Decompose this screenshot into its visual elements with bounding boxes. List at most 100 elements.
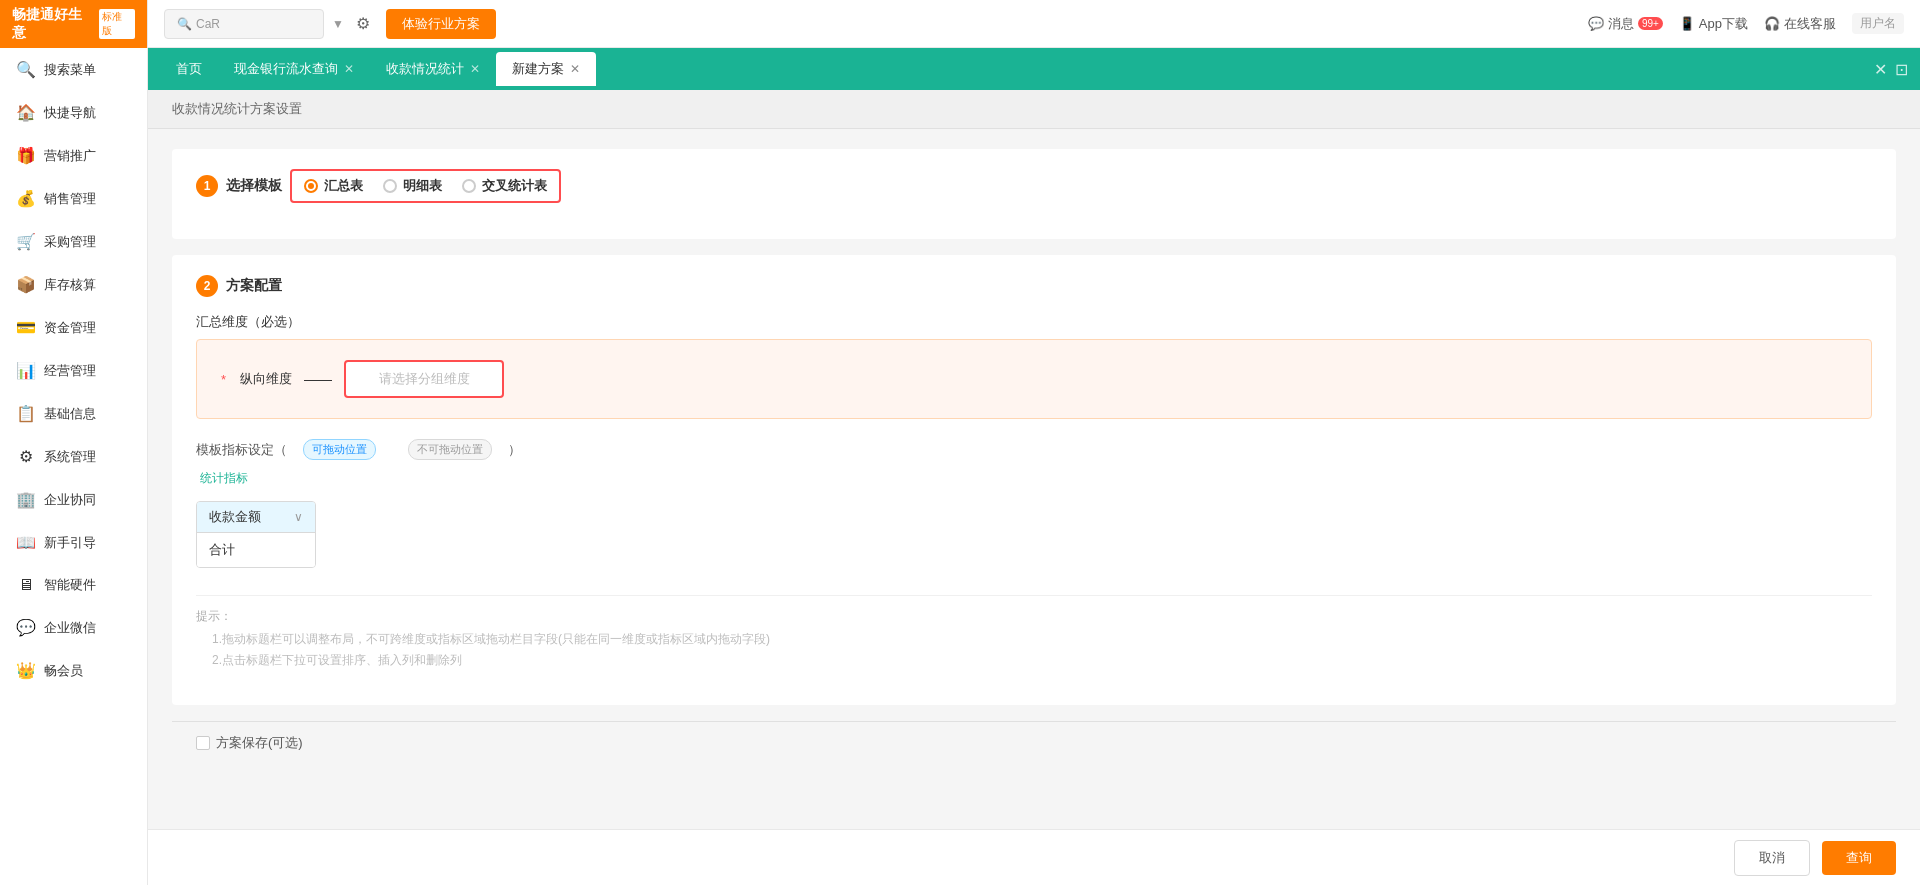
dimension-select-box[interactable]: 请选择分组维度 — [344, 360, 504, 398]
gift-icon: 🎁 — [16, 146, 36, 165]
chart-icon: 📊 — [16, 361, 36, 380]
radio-cross[interactable]: 交叉统计表 — [462, 177, 547, 195]
app-download-label: App下载 — [1699, 15, 1748, 33]
sidebar-item-search[interactable]: 🔍 搜索菜单 — [0, 48, 147, 91]
sidebar-item-hardware[interactable]: 🖥 智能硬件 — [0, 564, 147, 606]
topbar: 🔍 CaR ▼ ⚙ 体验行业方案 💬 消息 99+ 📱 App下载 🎧 在线客服… — [148, 0, 1920, 48]
chat-icon: 💬 — [16, 618, 36, 637]
step1-badge: 1 — [196, 175, 218, 197]
sidebar-item-label: 销售管理 — [44, 190, 96, 208]
search-icon: 🔍 — [177, 17, 192, 31]
indicator-section: 模板指标设定（ 可拖动位置 不可拖动位置 ） 统计指标 收款金额 ∨ — [196, 439, 1872, 571]
message-icon: 💬 — [1588, 16, 1604, 31]
tab-home[interactable]: 首页 — [160, 52, 218, 86]
tab-new-plan-close-icon[interactable]: ✕ — [570, 62, 580, 76]
non-movable-badge: 不可拖动位置 — [408, 439, 492, 460]
search-text: CaR — [196, 17, 220, 31]
page-header: 收款情况统计方案设置 — [148, 90, 1920, 129]
tab-restore-button[interactable]: ⊡ — [1895, 60, 1908, 79]
indicator-table-header[interactable]: 收款金额 ∨ — [197, 502, 315, 533]
tab-collection-stat[interactable]: 收款情况统计 ✕ — [370, 52, 496, 86]
sidebar-item-operations[interactable]: 📊 经营管理 — [0, 349, 147, 392]
sidebar-item-label: 经营管理 — [44, 362, 96, 380]
tabbar: 首页 现金银行流水查询 ✕ 收款情况统计 ✕ 新建方案 ✕ ✕ ⊡ — [148, 48, 1920, 90]
radio-detail[interactable]: 明细表 — [383, 177, 442, 195]
dimension-area: * 纵向维度 —— 请选择分组维度 — [196, 339, 1872, 419]
sidebar-item-inventory[interactable]: 📦 库存核算 — [0, 263, 147, 306]
online-support-label: 在线客服 — [1784, 15, 1836, 33]
home-icon: 🏠 — [16, 103, 36, 122]
settings-icon: ⚙ — [16, 447, 36, 466]
app-download-item[interactable]: 📱 App下载 — [1679, 15, 1748, 33]
sidebar-item-label: 系统管理 — [44, 448, 96, 466]
page-footer: 方案保存(可选) — [172, 721, 1896, 764]
online-support-item[interactable]: 🎧 在线客服 — [1764, 15, 1836, 33]
indicator-close-paren: ） — [508, 441, 521, 459]
query-button[interactable]: 查询 — [1822, 841, 1896, 875]
radio-summary[interactable]: 汇总表 — [304, 177, 363, 195]
tab-close-button[interactable]: ✕ — [1874, 60, 1887, 79]
tab-new-plan[interactable]: 新建方案 ✕ — [496, 52, 596, 86]
radio-summary-circle — [304, 179, 318, 193]
sidebar-item-member[interactable]: 👑 畅会员 — [0, 649, 147, 692]
template-select-box: 汇总表 明细表 交叉统计表 — [290, 169, 561, 203]
indicator-sub-label: 合计 — [197, 533, 315, 567]
headset-icon: 🎧 — [1764, 16, 1780, 31]
cancel-button[interactable]: 取消 — [1734, 840, 1810, 876]
logo-text: 畅捷通好生意 — [12, 6, 95, 42]
sidebar-item-enterprise[interactable]: 🏢 企业协同 — [0, 478, 147, 521]
page-body: 1 选择模板 汇总表 明细表 — [148, 129, 1920, 829]
sidebar-item-label: 企业协同 — [44, 491, 96, 509]
sidebar-item-finance[interactable]: 💳 资金管理 — [0, 306, 147, 349]
radio-detail-circle — [383, 179, 397, 193]
indicator-dropdown-icon[interactable]: ∨ — [294, 510, 303, 524]
dimension-section-title: 汇总维度（必选） — [196, 314, 300, 329]
tab-new-plan-label: 新建方案 — [512, 60, 564, 78]
topbar-right: 💬 消息 99+ 📱 App下载 🎧 在线客服 用户名 — [1588, 13, 1904, 34]
user-name[interactable]: 用户名 — [1852, 13, 1904, 34]
logo-badge: 标准版 — [99, 9, 135, 39]
dimension-placeholder: 请选择分组维度 — [379, 370, 470, 388]
clipboard-icon: 📋 — [16, 404, 36, 423]
monitor-icon: 🖥 — [16, 576, 36, 594]
main-area: 🔍 CaR ▼ ⚙ 体验行业方案 💬 消息 99+ 📱 App下载 🎧 在线客服… — [148, 0, 1920, 885]
phone-icon: 📱 — [1679, 16, 1695, 31]
sidebar-item-label: 采购管理 — [44, 233, 96, 251]
step2-section: 2 方案配置 汇总维度（必选） * 纵向维度 —— 请选择分组维度 — [172, 255, 1896, 705]
building-icon: 🏢 — [16, 490, 36, 509]
gear-icon[interactable]: ⚙ — [356, 14, 370, 33]
checkbox-label: 方案保存(可选) — [216, 734, 303, 752]
tips-title: 提示： — [196, 608, 1872, 625]
sidebar-item-system[interactable]: ⚙ 系统管理 — [0, 435, 147, 478]
sidebar-item-quick-nav[interactable]: 🏠 快捷导航 — [0, 91, 147, 134]
sidebar-item-purchase[interactable]: 🛒 采购管理 — [0, 220, 147, 263]
sidebar-item-sales[interactable]: 💰 销售管理 — [0, 177, 147, 220]
sidebar-item-basic-info[interactable]: 📋 基础信息 — [0, 392, 147, 435]
tips-item-1: 1.拖动标题栏可以调整布局，不可跨维度或指标区域拖动栏目字段(只能在同一维度或指… — [196, 631, 1872, 648]
tab-bank-flow[interactable]: 现金银行流水查询 ✕ — [218, 52, 370, 86]
sidebar-item-label: 基础信息 — [44, 405, 96, 423]
tab-collection-stat-label: 收款情况统计 — [386, 60, 464, 78]
step1-title: 1 选择模板 汇总表 明细表 — [196, 169, 1872, 203]
trial-button[interactable]: 体验行业方案 — [386, 9, 496, 39]
radio-cross-circle — [462, 179, 476, 193]
tab-bank-flow-close-icon[interactable]: ✕ — [344, 62, 354, 76]
notification-item[interactable]: 💬 消息 99+ — [1588, 15, 1663, 33]
sidebar-logo: 畅捷通好生意 标准版 — [0, 0, 147, 48]
money-icon: 💰 — [16, 189, 36, 208]
dimension-row: * 纵向维度 —— 请选择分组维度 — [221, 360, 1847, 398]
tab-collection-stat-close-icon[interactable]: ✕ — [470, 62, 480, 76]
tab-bank-flow-label: 现金银行流水查询 — [234, 60, 338, 78]
page-header-text: 收款情况统计方案设置 — [172, 101, 302, 116]
indicator-name: 收款金额 — [209, 508, 261, 526]
sidebar-item-guide[interactable]: 📖 新手引导 — [0, 521, 147, 564]
radio-group-template: 汇总表 明细表 交叉统计表 — [304, 177, 547, 195]
dropdown-arrow-icon[interactable]: ▼ — [332, 17, 344, 31]
indicator-header: 模板指标设定（ 可拖动位置 不可拖动位置 ） — [196, 439, 1872, 460]
sidebar-item-label: 畅会员 — [44, 662, 83, 680]
sidebar-item-label: 新手引导 — [44, 534, 96, 552]
sidebar-item-wechat[interactable]: 💬 企业微信 — [0, 606, 147, 649]
topbar-search[interactable]: 🔍 CaR — [164, 9, 324, 39]
sidebar-item-marketing[interactable]: 🎁 营销推广 — [0, 134, 147, 177]
save-plan-checkbox[interactable]: 方案保存(可选) — [196, 734, 303, 752]
